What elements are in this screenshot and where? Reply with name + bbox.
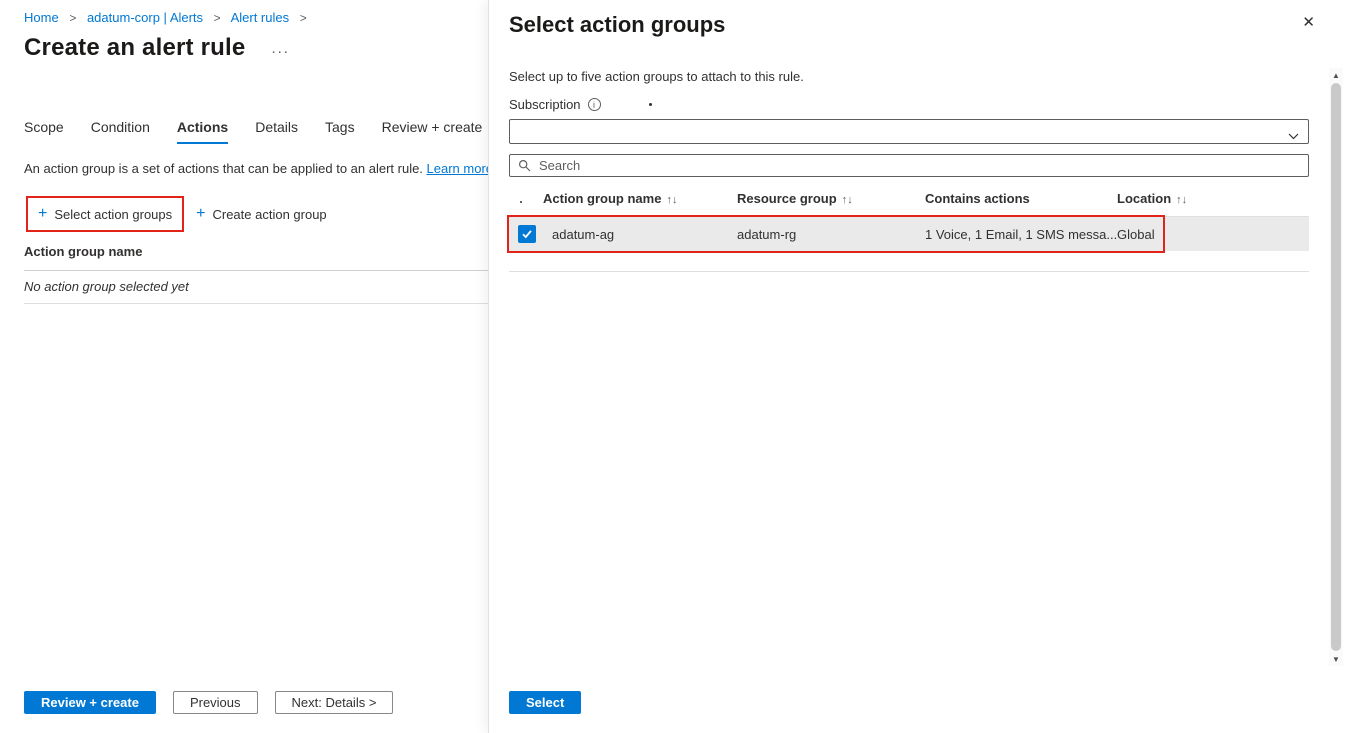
cell-resource-group: adatum-rg	[737, 227, 925, 242]
breadcrumb-home[interactable]: Home	[24, 10, 59, 25]
action-group-buttons: + Select action groups + Create action g…	[26, 196, 327, 232]
table-row-adatum-ag[interactable]: adatum-ag adatum-rg 1 Voice, 1 Email, 1 …	[509, 217, 1309, 251]
breadcrumb-separator: >	[300, 11, 307, 25]
add-icon: +	[38, 206, 47, 222]
create-action-group-button[interactable]: + Create action group	[196, 206, 327, 222]
panel-scrollbar[interactable]: ▲ ▼	[1329, 68, 1343, 666]
sort-icon: ↑↓	[666, 194, 677, 206]
column-label: Location	[1117, 191, 1171, 206]
scrollbar-thumb[interactable]	[1331, 83, 1341, 651]
search-icon	[518, 159, 531, 172]
select-button[interactable]: Select	[509, 691, 581, 714]
scrollbar-down-icon[interactable]: ▼	[1329, 652, 1343, 666]
tab-bar: Scope Condition Actions Details Tags Rev…	[24, 119, 482, 144]
more-options-icon[interactable]: ...	[271, 40, 290, 57]
select-all-indicator	[509, 191, 543, 206]
sort-icon: ↑↓	[842, 194, 853, 206]
tab-tags[interactable]: Tags	[325, 119, 355, 144]
cell-action-group-name: adatum-ag	[543, 227, 737, 242]
subscription-label: Subscription	[509, 97, 581, 112]
breadcrumb-separator: >	[69, 11, 76, 25]
column-label: Action group name	[543, 191, 661, 206]
breadcrumb-alert-rules[interactable]: Alert rules	[231, 10, 290, 25]
select-action-groups-highlight: + Select action groups	[26, 196, 184, 232]
tab-scope[interactable]: Scope	[24, 119, 64, 144]
cell-contains-actions: 1 Voice, 1 Email, 1 SMS messa...	[925, 227, 1117, 242]
breadcrumb-adatum-corp-alerts[interactable]: adatum-corp | Alerts	[87, 10, 203, 25]
info-icon[interactable]: i	[588, 98, 601, 111]
next-details-button[interactable]: Next: Details >	[275, 691, 394, 714]
list-end-divider	[509, 251, 1309, 272]
panel-subtitle: Select up to five action groups to attac…	[509, 69, 1309, 84]
learn-more-link[interactable]: Learn more	[427, 161, 493, 176]
subscription-field-row: Subscription i	[509, 97, 1309, 112]
select-action-groups-label: Select action groups	[54, 207, 172, 222]
scrollbar-up-icon[interactable]: ▲	[1329, 68, 1343, 82]
action-groups-table-header: Action group name ↑↓ Resource group ↑↓ Con…	[509, 185, 1309, 217]
select-action-groups-panel: Select action groups ✕ Select up to five…	[488, 0, 1345, 733]
tab-review-create[interactable]: Review + create	[382, 119, 483, 144]
sort-icon: ↑↓	[1176, 194, 1187, 206]
actions-description-text: An action group is a set of actions that…	[24, 161, 427, 176]
chevron-down-icon	[1288, 128, 1299, 143]
wizard-footer: Review + create Previous Next: Details >	[24, 691, 393, 714]
page-title: Create an alert rule	[24, 34, 245, 62]
column-header-location[interactable]: Location ↑↓	[1117, 191, 1309, 206]
row-checkbox[interactable]	[518, 225, 536, 243]
add-icon: +	[196, 206, 205, 222]
create-action-group-label: Create action group	[212, 207, 326, 222]
column-header-action-group-name[interactable]: Action group name ↑↓	[543, 191, 737, 206]
column-label: Contains actions	[925, 191, 1030, 206]
tab-actions[interactable]: Actions	[177, 119, 228, 144]
breadcrumb-separator: >	[214, 11, 221, 25]
column-header-resource-group[interactable]: Resource group ↑↓	[737, 191, 925, 206]
cell-location: Global	[1117, 227, 1309, 242]
required-indicator	[649, 103, 652, 106]
panel-title: Select action groups	[509, 12, 1309, 38]
column-label: Resource group	[737, 191, 837, 206]
tab-details[interactable]: Details	[255, 119, 298, 144]
column-header-contains-actions: Contains actions	[925, 191, 1117, 206]
subscription-dropdown[interactable]	[509, 119, 1309, 144]
search-box	[509, 154, 1309, 177]
previous-button[interactable]: Previous	[173, 691, 258, 714]
close-icon[interactable]: ✕	[1302, 13, 1315, 31]
review-create-button[interactable]: Review + create	[24, 691, 156, 714]
breadcrumb: Home > adatum-corp | Alerts > Alert rule…	[24, 10, 314, 25]
select-action-groups-button[interactable]: + Select action groups	[38, 206, 172, 222]
search-input[interactable]	[537, 157, 1300, 174]
tab-condition[interactable]: Condition	[91, 119, 150, 144]
